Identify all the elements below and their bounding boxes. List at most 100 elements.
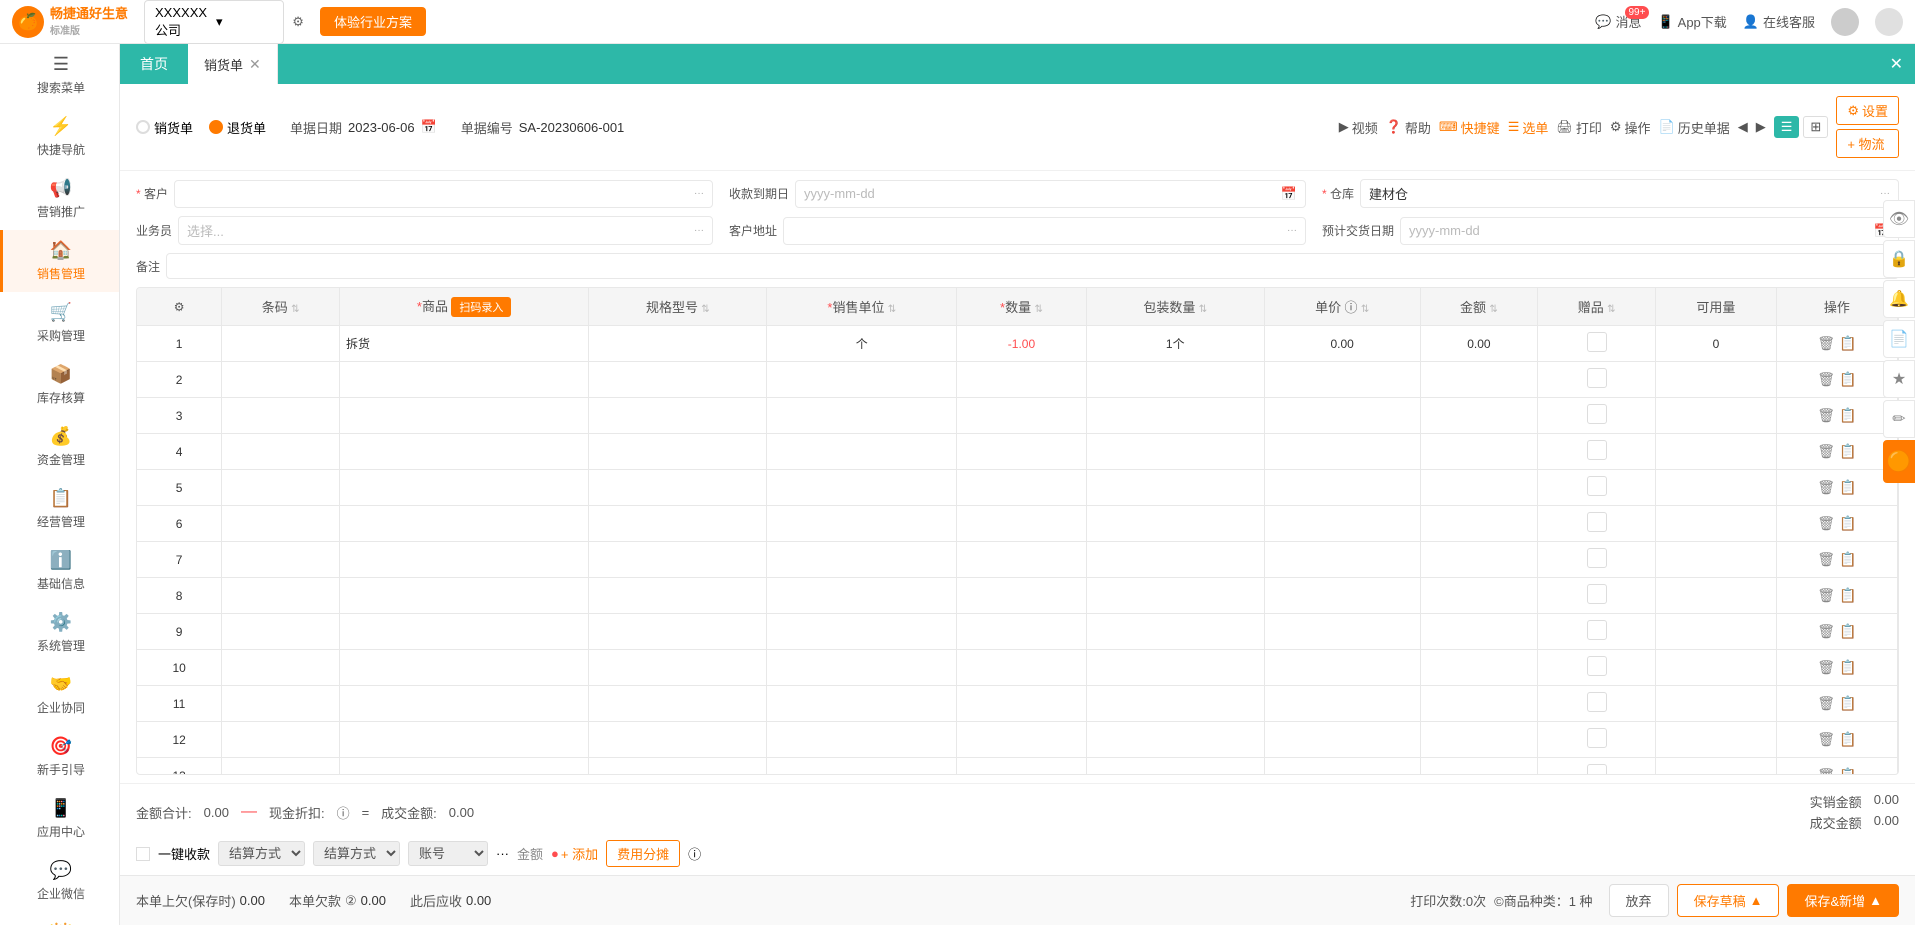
next-btn[interactable]: ▶ — [1756, 119, 1766, 135]
tab-close-icon[interactable]: ✕ — [249, 56, 261, 73]
copy-icon[interactable]: 📋 — [1839, 695, 1856, 712]
rfp-edit-btn[interactable]: ✏ — [1883, 400, 1915, 438]
sidebar-item-inventory[interactable]: 📦 库存核算 — [0, 354, 119, 416]
row-spec[interactable] — [589, 326, 767, 362]
copy-icon[interactable]: 📋 — [1839, 587, 1856, 604]
copy-icon[interactable]: 📋 — [1839, 623, 1856, 640]
row-pkg-qty[interactable] — [1086, 758, 1264, 776]
row-spec[interactable] — [589, 614, 767, 650]
rfp-doc-btn[interactable]: 📄 — [1883, 320, 1915, 358]
help-btn[interactable]: ❓ 帮助 — [1386, 118, 1431, 137]
row-barcode[interactable] — [222, 326, 340, 362]
sidebar-item-wechat[interactable]: 💬 企业微信 — [0, 850, 119, 912]
delete-icon[interactable]: 🗑 — [1817, 551, 1835, 568]
due-date-input[interactable]: yyyy-mm-dd 📅 — [795, 180, 1306, 208]
copy-icon[interactable]: 📋 — [1839, 407, 1856, 424]
shortcut-btn[interactable]: ⌨ 快捷键 — [1439, 118, 1500, 137]
view-grid-btn[interactable]: ⊞ — [1803, 116, 1828, 138]
row-unit[interactable] — [767, 398, 957, 434]
row-price[interactable] — [1264, 686, 1420, 722]
tab-home[interactable]: 首页 — [120, 44, 188, 84]
row-qty[interactable] — [957, 686, 1087, 722]
doc-settings-button[interactable]: ⚙ 设置 — [1836, 96, 1899, 125]
row-amount[interactable] — [1420, 398, 1538, 434]
row-pkg-qty[interactable] — [1086, 578, 1264, 614]
row-amount[interactable] — [1420, 434, 1538, 470]
row-spec[interactable] — [589, 470, 767, 506]
tab-bar-close-icon[interactable]: ✕ — [1878, 54, 1915, 74]
row-pkg-qty[interactable] — [1086, 506, 1264, 542]
copy-icon[interactable]: 📋 — [1839, 767, 1856, 775]
doc-date-value[interactable]: 2023-06-06 — [348, 120, 415, 135]
row-spec[interactable] — [589, 686, 767, 722]
delete-icon[interactable]: 🗑 — [1817, 443, 1835, 460]
row-unit[interactable] — [767, 758, 957, 776]
customer-input[interactable]: ··· — [174, 180, 713, 208]
row-gift[interactable] — [1538, 578, 1656, 614]
row-product[interactable] — [340, 542, 589, 578]
delete-icon[interactable]: 🗑 — [1817, 731, 1835, 748]
row-amount[interactable]: 0.00 — [1420, 326, 1538, 362]
row-amount[interactable] — [1420, 542, 1538, 578]
row-gift[interactable] — [1538, 758, 1656, 776]
row-price[interactable] — [1264, 398, 1420, 434]
row-barcode[interactable] — [222, 506, 340, 542]
expense-split-button[interactable]: 费用分摊 — [606, 840, 680, 867]
row-product[interactable] — [340, 470, 589, 506]
row-spec[interactable] — [589, 578, 767, 614]
row-spec[interactable] — [589, 542, 767, 578]
account-select[interactable]: 账号 — [408, 841, 488, 866]
row-spec[interactable] — [589, 758, 767, 776]
row-barcode[interactable] — [222, 578, 340, 614]
row-gift[interactable] — [1538, 362, 1656, 398]
row-gift[interactable] — [1538, 686, 1656, 722]
sidebar-item-marketing[interactable]: 📢 营销推广 — [0, 168, 119, 230]
row-gift[interactable] — [1538, 470, 1656, 506]
row-pkg-qty[interactable] — [1086, 434, 1264, 470]
rfp-orange-btn[interactable]: 🟠 — [1883, 440, 1915, 483]
row-pkg-qty[interactable] — [1086, 542, 1264, 578]
row-spec[interactable] — [589, 506, 767, 542]
sidebar-item-quick-nav[interactable]: ⚡ 快捷导航 — [0, 106, 119, 168]
row-qty[interactable] — [957, 650, 1087, 686]
row-unit[interactable] — [767, 686, 957, 722]
save-draft-button[interactable]: 保存草稿 ▲ — [1677, 884, 1780, 917]
row-price[interactable] — [1264, 614, 1420, 650]
copy-icon[interactable]: 📋 — [1839, 371, 1856, 388]
copy-icon[interactable]: 📋 — [1839, 659, 1856, 676]
copy-icon[interactable]: 📋 — [1839, 479, 1856, 496]
sidebar-item-enterprise[interactable]: 🤝 企业协同 — [0, 664, 119, 726]
trial-button[interactable]: 体验行业方案 — [320, 7, 426, 36]
row-gift[interactable] — [1538, 614, 1656, 650]
row-barcode[interactable] — [222, 722, 340, 758]
row-barcode[interactable] — [222, 650, 340, 686]
abandon-button[interactable]: 放弃 — [1609, 884, 1669, 917]
row-product[interactable] — [340, 506, 589, 542]
row-price[interactable] — [1264, 578, 1420, 614]
row-amount[interactable] — [1420, 506, 1538, 542]
row-amount[interactable] — [1420, 722, 1538, 758]
calendar-icon[interactable]: 📅 — [421, 119, 437, 135]
row-spec[interactable] — [589, 650, 767, 686]
row-qty[interactable] — [957, 722, 1087, 758]
row-spec[interactable] — [589, 434, 767, 470]
sidebar-item-purchase[interactable]: 🛒 采购管理 — [0, 292, 119, 354]
row-product[interactable] — [340, 722, 589, 758]
row-price[interactable] — [1264, 650, 1420, 686]
row-qty[interactable] — [957, 506, 1087, 542]
doc-number-value[interactable]: SA-20230606-001 — [519, 120, 625, 135]
delete-icon[interactable]: 🗑 — [1817, 479, 1835, 496]
copy-icon[interactable]: 📋 — [1839, 443, 1856, 460]
row-pkg-qty[interactable] — [1086, 650, 1264, 686]
row-product[interactable] — [340, 614, 589, 650]
row-price[interactable] — [1264, 542, 1420, 578]
avatar[interactable] — [1831, 8, 1859, 36]
row-amount[interactable] — [1420, 362, 1538, 398]
row-gift[interactable] — [1538, 398, 1656, 434]
row-qty[interactable] — [957, 362, 1087, 398]
delete-icon[interactable]: 🗑 — [1817, 371, 1835, 388]
row-price[interactable] — [1264, 722, 1420, 758]
row-amount[interactable] — [1420, 758, 1538, 776]
radio-return[interactable]: 退货单 — [209, 118, 266, 137]
delete-icon[interactable]: 🗑 — [1817, 335, 1835, 352]
